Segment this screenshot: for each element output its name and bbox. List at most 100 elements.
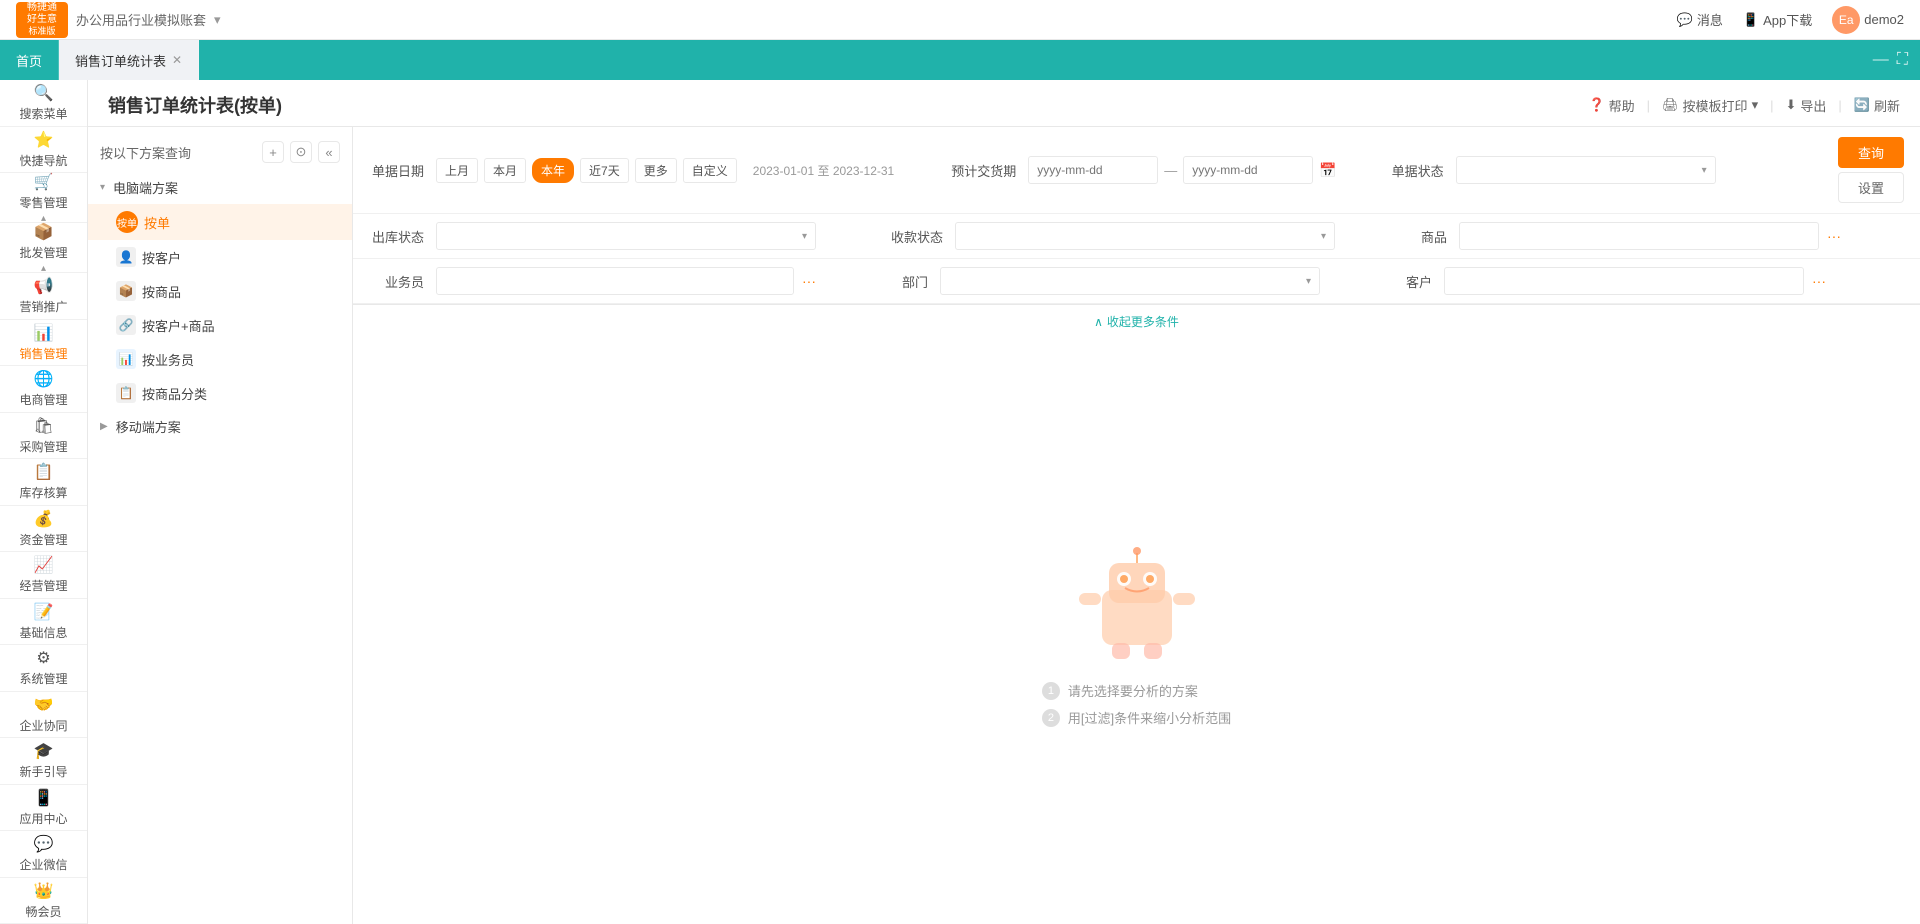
date-btn-last-month[interactable]: 上月 xyxy=(436,158,478,183)
sidebar-item-guide[interactable]: 🎓 新手引导 xyxy=(0,738,87,785)
sidebar: 🔍 搜索菜单 ⭐ 快捷导航 🛒 零售管理 ▴ 📦 批发管理 ▴ 📢 营销推广 📊… xyxy=(0,80,88,924)
desktop-schemes-label: 电脑端方案 xyxy=(113,178,178,197)
sidebar-item-ecommerce[interactable]: 🌐 电商管理 xyxy=(0,366,87,413)
department-select[interactable]: ▾ xyxy=(940,267,1320,295)
salesperson-input[interactable] xyxy=(436,267,794,295)
message-btn[interactable]: 💬 消息 xyxy=(1677,10,1723,29)
template-print-btn[interactable]: 🖨 按模板打印 ▾ xyxy=(1662,96,1758,115)
sidebar-item-purchase[interactable]: 🛍 采购管理 xyxy=(0,413,87,460)
member-icon: 👑 xyxy=(34,881,54,901)
scheme-by-order[interactable]: 按单 按单 xyxy=(88,204,352,240)
product-ellipsis-btn[interactable]: ··· xyxy=(1827,228,1841,244)
customer-input[interactable] xyxy=(1444,267,1804,295)
sidebar-item-quick-nav[interactable]: ⭐ 快捷导航 xyxy=(0,127,87,174)
refresh-btn[interactable]: 🔄 刷新 xyxy=(1854,96,1900,115)
sidebar-item-retail[interactable]: 🛒 零售管理 ▴ xyxy=(0,173,87,223)
order-status-label: 单据状态 xyxy=(1389,161,1444,180)
scheme-by-cust-prod[interactable]: 🔗 按客户+商品 xyxy=(88,308,352,342)
breadcrumb-title[interactable]: 办公用品行业模拟账套 xyxy=(76,10,206,29)
sidebar-item-apps[interactable]: 📱 应用中心 xyxy=(0,785,87,832)
mobile-schemes-label: 移动端方案 xyxy=(116,417,181,436)
settings-btn[interactable]: 设置 xyxy=(1838,172,1904,203)
sidebar-item-operations[interactable]: 📈 经营管理 xyxy=(0,552,87,599)
app-download-btn[interactable]: 📱 App下载 xyxy=(1743,10,1812,29)
collapse-bar[interactable]: ∧ 收起更多条件 xyxy=(353,304,1920,338)
sidebar-label-member: 畅会员 xyxy=(25,903,61,920)
desktop-schemes-parent[interactable]: ▾ 电脑端方案 xyxy=(88,171,352,204)
tab-expand-area: — ⛶ xyxy=(1861,40,1920,80)
calendar-icon-start[interactable]: 📅 xyxy=(1319,162,1336,179)
sidebar-item-finance[interactable]: 💰 资金管理 xyxy=(0,506,87,553)
tab-home[interactable]: 首页 xyxy=(0,40,59,80)
add-scheme-btn[interactable]: + xyxy=(262,141,284,163)
sales-icon: 📊 xyxy=(34,323,54,343)
export-btn[interactable]: ⬇ 导出 xyxy=(1785,96,1826,115)
tab-minimize-icon[interactable]: — xyxy=(1873,51,1889,69)
guide-icon: 🎓 xyxy=(34,741,54,761)
filter-row-3: 业务员 ··· 部门 ▾ 客户 xyxy=(353,259,1920,304)
receipt-status-label: 收款状态 xyxy=(888,227,943,246)
query-btn[interactable]: 查询 xyxy=(1838,137,1904,168)
scheme-by-product[interactable]: 📦 按商品 xyxy=(88,274,352,308)
date-btn-custom[interactable]: 自定义 xyxy=(683,158,737,183)
sidebar-item-basic[interactable]: 📝 基础信息 xyxy=(0,599,87,646)
user-avatar-area[interactable]: Ea demo2 xyxy=(1832,6,1904,34)
print-arrow-icon: ▾ xyxy=(1752,97,1759,113)
scheme-by-category[interactable]: 📋 按商品分类 xyxy=(88,376,352,410)
system-icon: ⚙ xyxy=(36,648,50,668)
receipt-status-wrap: ▾ xyxy=(955,222,1335,250)
scheme-by-customer[interactable]: 👤 按客户 xyxy=(88,240,352,274)
date-btn-this-year[interactable]: 本年 xyxy=(532,158,574,183)
order-status-wrap: ▾ xyxy=(1456,156,1716,184)
sidebar-item-wechat[interactable]: 💬 企业微信 xyxy=(0,831,87,878)
expected-delivery-start-input[interactable] xyxy=(1028,156,1158,184)
scheme-by-salesperson[interactable]: 📊 按业务员 xyxy=(88,342,352,376)
salesperson-ellipsis-btn[interactable]: ··· xyxy=(802,273,816,289)
sidebar-item-sales[interactable]: 📊 销售管理 xyxy=(0,320,87,367)
filter-section: 单据日期 上月 本月 本年 近7天 更多 自定义 2023-01-01 至 20… xyxy=(353,127,1920,338)
tab-sales-order-stats[interactable]: 销售订单统计表 ✕ xyxy=(59,40,199,80)
product-wrap: ··· xyxy=(1459,222,1904,250)
customer-ellipsis-btn[interactable]: ··· xyxy=(1812,273,1826,289)
sidebar-label-basic: 基础信息 xyxy=(19,624,67,641)
expected-delivery-end-input[interactable] xyxy=(1183,156,1313,184)
sidebar-item-search[interactable]: 🔍 搜索菜单 xyxy=(0,80,87,127)
sidebar-item-system[interactable]: ⚙ 系统管理 xyxy=(0,645,87,692)
date-range-display: 2023-01-01 至 2023-12-31 xyxy=(753,162,894,179)
sidebar-item-enterprise[interactable]: 🤝 企业协同 xyxy=(0,692,87,739)
empty-illustration xyxy=(1067,535,1207,665)
tab-maximize-icon[interactable]: ⛶ xyxy=(1897,51,1908,69)
product-input[interactable] xyxy=(1459,222,1819,250)
marketing-icon: 📢 xyxy=(34,276,54,296)
date-btn-7days[interactable]: 近7天 xyxy=(580,158,629,183)
message-label: 消息 xyxy=(1697,10,1723,29)
date-btn-more[interactable]: 更多 xyxy=(635,158,677,183)
sidebar-label-apps: 应用中心 xyxy=(19,810,67,827)
sidebar-label-enterprise: 企业协同 xyxy=(19,717,67,734)
sidebar-item-inventory[interactable]: 📋 库存核算 xyxy=(0,459,87,506)
shipping-status-label: 出库状态 xyxy=(369,227,424,246)
breadcrumb-arrow[interactable]: ▾ xyxy=(214,12,221,28)
collapse-panel-btn[interactable]: « xyxy=(318,141,340,163)
scheme-cust-prod-label: 按客户+商品 xyxy=(142,316,215,335)
sidebar-item-member[interactable]: 👑 畅会员 xyxy=(0,878,87,924)
panel-layout: 按以下方案查询 + ⊙ « ▾ 电脑端方案 按单 按单 xyxy=(88,127,1920,924)
tip-num-1: 1 xyxy=(1042,682,1060,700)
date-btn-this-month[interactable]: 本月 xyxy=(484,158,526,183)
order-status-arrow: ▾ xyxy=(1702,165,1707,176)
tip-text-1: 请先选择要分析的方案 xyxy=(1068,681,1198,700)
shipping-status-select[interactable]: ▾ xyxy=(436,222,816,250)
sidebar-item-marketing[interactable]: 📢 营销推广 xyxy=(0,273,87,320)
tab-close-icon[interactable]: ✕ xyxy=(172,53,182,67)
sidebar-item-wholesale[interactable]: 📦 批发管理 ▴ xyxy=(0,223,87,273)
department-wrap: ▾ xyxy=(940,267,1320,295)
mobile-schemes-parent[interactable]: ▶ 移动端方案 xyxy=(88,410,352,443)
app-download-icon: 📱 xyxy=(1743,12,1759,28)
manage-scheme-btn[interactable]: ⊙ xyxy=(290,141,312,163)
order-status-select[interactable]: ▾ xyxy=(1456,156,1716,184)
help-icon: ❓ xyxy=(1588,97,1604,113)
receipt-status-select[interactable]: ▾ xyxy=(955,222,1335,250)
date-range-dash: — xyxy=(1164,163,1177,178)
expected-delivery-range: — 📅 xyxy=(1028,156,1336,184)
help-btn[interactable]: ❓ 帮助 xyxy=(1588,96,1634,115)
